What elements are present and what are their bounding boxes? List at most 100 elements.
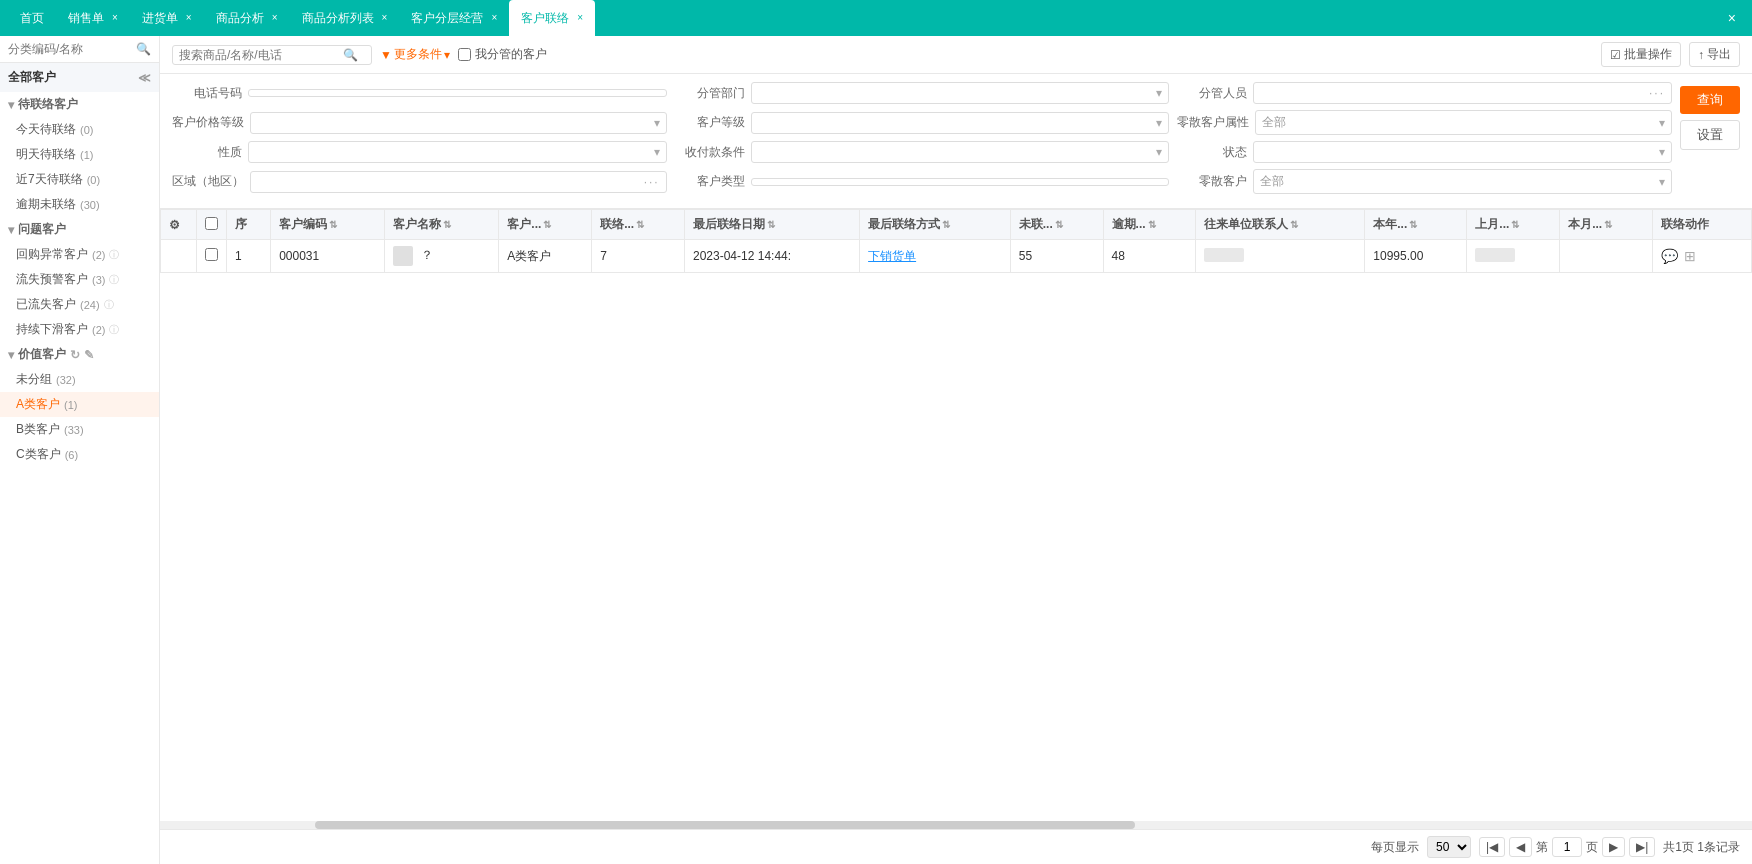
th-overdue[interactable]: 逾期...⇅: [1103, 210, 1196, 240]
select-all-checkbox[interactable]: [205, 217, 218, 230]
nav-tab-sales[interactable]: 销售单 ×: [56, 0, 130, 36]
th-last-date[interactable]: 最后联络日期⇅: [685, 210, 860, 240]
more-conditions-button[interactable]: ▼ 更多条件 ▾: [380, 46, 450, 63]
all-customers-header[interactable]: 全部客户 ≪: [0, 63, 159, 92]
nav-tab-customer-seg[interactable]: 客户分层经营 ×: [399, 0, 509, 36]
value-arrow-icon: ▾: [8, 348, 14, 362]
th-contact-person[interactable]: 往来单位联系人⇅: [1196, 210, 1365, 240]
th-action: 联络动作: [1652, 210, 1751, 240]
export-button[interactable]: ↑ 导出: [1689, 42, 1740, 67]
close-tab-sales[interactable]: ×: [112, 0, 118, 36]
filter-nature-input[interactable]: ▾: [248, 141, 667, 163]
filter-retail-customer-input[interactable]: 全部 ▾: [1253, 169, 1672, 194]
nav-tab-purchase[interactable]: 进货单 ×: [130, 0, 204, 36]
main-search-icon[interactable]: 🔍: [343, 48, 358, 62]
my-customers-checkbox-area[interactable]: 我分管的客户: [458, 46, 547, 63]
next-page-button[interactable]: ▶: [1602, 837, 1625, 857]
value-edit-icon[interactable]: ✎: [84, 348, 94, 362]
filter-dept-input[interactable]: ▾: [751, 82, 1170, 104]
sidebar-item-repurchase-abnormal[interactable]: 回购异常客户 (2) ⓘ: [0, 242, 159, 267]
filter-region-input[interactable]: ···: [250, 171, 667, 193]
page-end-label: 页: [1586, 839, 1598, 856]
th-name[interactable]: 客户名称⇅: [385, 210, 499, 240]
settings-button[interactable]: 设置: [1680, 120, 1740, 150]
td-last-method[interactable]: 下销货单: [860, 240, 1011, 273]
close-tab-analysis-list[interactable]: ×: [382, 0, 388, 36]
last-method-link[interactable]: 下销货单: [868, 249, 916, 263]
today-badge: (0): [80, 124, 93, 136]
dept-arrow-icon: ▾: [1156, 86, 1162, 100]
td-check[interactable]: [197, 240, 227, 273]
prev-page-button[interactable]: ◀: [1509, 837, 1532, 857]
sidebar-item-churn-warning[interactable]: 流失预警客户 (3) ⓘ: [0, 267, 159, 292]
sidebar-item-overdue[interactable]: 逾期未联络 (30): [0, 192, 159, 217]
filter-nature-label: 性质: [172, 144, 242, 161]
class-a-label: A类客户: [16, 396, 60, 413]
close-tab-analysis[interactable]: ×: [272, 0, 278, 36]
sidebar-item-churned[interactable]: 已流失客户 (24) ⓘ: [0, 292, 159, 317]
retail-attr-value: 全部: [1262, 114, 1286, 131]
th-last-month[interactable]: 上月...⇅: [1467, 210, 1560, 240]
th-gear[interactable]: ⚙: [161, 210, 197, 240]
sidebar-item-class-b[interactable]: B类客户 (33): [0, 417, 159, 442]
filter-region-field: 区域（地区） ···: [172, 169, 667, 194]
sidebar-item-class-c[interactable]: C类客户 (6): [0, 442, 159, 467]
nav-tab-analysis[interactable]: 商品分析 ×: [204, 0, 290, 36]
th-check[interactable]: [197, 210, 227, 240]
filter-phone-label: 电话号码: [172, 85, 242, 102]
th-level[interactable]: 客户...⇅: [499, 210, 592, 240]
filter-retail-attr-input[interactable]: 全部 ▾: [1255, 110, 1672, 135]
value-refresh-icon[interactable]: ↻: [70, 348, 80, 362]
filter-staff-input[interactable]: ···: [1253, 82, 1672, 104]
my-customers-checkbox[interactable]: [458, 48, 471, 61]
nav-home[interactable]: 首页: [8, 0, 56, 36]
first-page-button[interactable]: |◀: [1479, 837, 1505, 857]
filter-status-input[interactable]: ▾: [1253, 141, 1672, 163]
close-tab-customer-contact[interactable]: ×: [577, 0, 583, 36]
sidebar-search-input[interactable]: [8, 42, 132, 56]
unclassified-badge: (32): [56, 374, 76, 386]
horizontal-scrollbar[interactable]: [160, 821, 1752, 829]
filter-payment-input[interactable]: ▾: [751, 141, 1170, 163]
last-month-placeholder: [1475, 248, 1515, 262]
sidebar-item-tomorrow[interactable]: 明天待联络 (1): [0, 142, 159, 167]
sidebar-collapse-icon[interactable]: ≪: [138, 71, 151, 85]
class-a-badge: (1): [64, 399, 77, 411]
last-page-button[interactable]: ▶|: [1629, 837, 1655, 857]
horizontal-scrollbar-thumb[interactable]: [315, 821, 1135, 829]
close-all-button[interactable]: ×: [1720, 10, 1744, 26]
chat-icon[interactable]: 💬: [1661, 248, 1678, 264]
sidebar-group-value: ▾ 价值客户 ↻ ✎: [0, 342, 159, 367]
page-number-input[interactable]: [1552, 837, 1582, 857]
th-seq: 序: [227, 210, 271, 240]
filter-phone-input[interactable]: [248, 89, 667, 97]
query-button[interactable]: 查询: [1680, 86, 1740, 114]
filter-price-level-input[interactable]: ▾: [250, 112, 667, 134]
th-this-year[interactable]: 本年...⇅: [1365, 210, 1467, 240]
per-page-select[interactable]: 50: [1427, 836, 1471, 858]
grid-icon[interactable]: ⊞: [1684, 248, 1696, 264]
row-checkbox[interactable]: [205, 248, 218, 261]
th-no-contact[interactable]: 未联...⇅: [1010, 210, 1103, 240]
sidebar-item-today[interactable]: 今天待联络 (0): [0, 117, 159, 142]
filter-customer-type-input[interactable]: [751, 178, 1170, 186]
filter-staff-label: 分管人员: [1177, 85, 1247, 102]
close-tab-purchase[interactable]: ×: [186, 0, 192, 36]
th-contact-count[interactable]: 联络...⇅: [592, 210, 685, 240]
value-group-label: 价值客户: [18, 346, 66, 363]
filter-retail-attr-label: 零散客户属性: [1177, 114, 1249, 131]
nav-tab-customer-contact[interactable]: 客户联络 ×: [509, 0, 595, 36]
nav-tab-analysis-list[interactable]: 商品分析列表 ×: [290, 0, 400, 36]
sidebar-item-7days[interactable]: 近7天待联络 (0): [0, 167, 159, 192]
main-search-input[interactable]: [179, 48, 339, 62]
th-this-month[interactable]: 本月...⇅: [1560, 210, 1653, 240]
filter-customer-level-input[interactable]: ▾: [751, 112, 1170, 134]
th-last-method[interactable]: 最后联络方式⇅: [860, 210, 1011, 240]
batch-ops-button[interactable]: ☑ 批量操作: [1601, 42, 1681, 67]
sidebar-search-icon[interactable]: 🔍: [136, 42, 151, 56]
close-tab-customer-seg[interactable]: ×: [491, 0, 497, 36]
sidebar-item-class-a[interactable]: A类客户 (1): [0, 392, 159, 417]
sidebar-item-unclassified[interactable]: 未分组 (32): [0, 367, 159, 392]
sidebar-item-declining[interactable]: 持续下滑客户 (2) ⓘ: [0, 317, 159, 342]
th-code[interactable]: 客户编码⇅: [271, 210, 385, 240]
